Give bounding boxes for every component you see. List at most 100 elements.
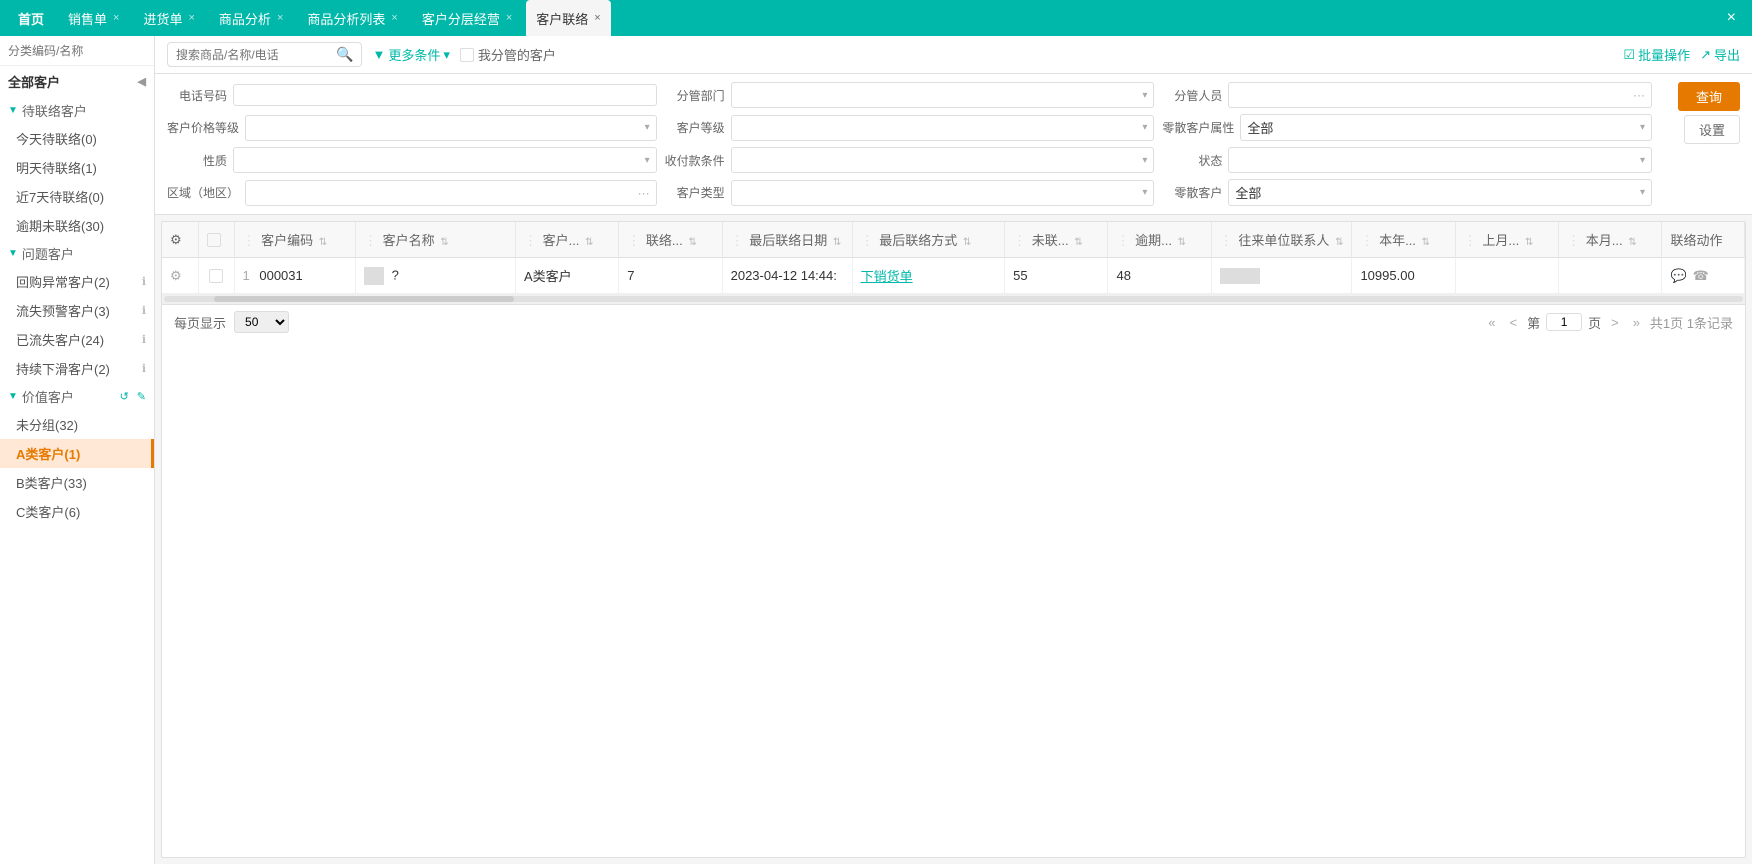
sidebar-item-declining[interactable]: 持续下滑客户(2) ℹ xyxy=(0,354,154,383)
customer-level-arrow: ▾ xyxy=(1142,122,1147,133)
sidebar-item-churned[interactable]: 已流失客户(24) ℹ xyxy=(0,325,154,354)
last-method-link[interactable]: 下销货单 xyxy=(861,269,913,284)
close-product-analysis[interactable]: × xyxy=(277,12,283,24)
price-level-select[interactable]: ▾ xyxy=(245,115,657,141)
sort-overdue[interactable]: ⇅ xyxy=(1178,237,1186,248)
sort-name[interactable]: ⇅ xyxy=(440,237,448,248)
nav-product-analysis[interactable]: 商品分析 × xyxy=(209,0,293,36)
export-btn[interactable]: ↗ 导出 xyxy=(1700,45,1740,64)
refresh-icon[interactable]: ↺ xyxy=(120,390,129,403)
page-size-select[interactable]: 50 100 200 xyxy=(234,311,289,333)
edit-icon[interactable]: ✎ xyxy=(137,390,146,403)
close-customer-tier[interactable]: × xyxy=(506,12,512,24)
status-select[interactable]: ▾ xyxy=(1228,147,1652,173)
sort-this-year[interactable]: ⇅ xyxy=(1422,237,1430,248)
group-problem-customers[interactable]: ▼ 问题客户 xyxy=(0,240,154,267)
header-checkbox[interactable] xyxy=(207,233,221,247)
nav-product-analysis-list[interactable]: 商品分析列表 × xyxy=(297,0,407,36)
group-pending-contact[interactable]: ▼ 待联络客户 xyxy=(0,97,154,124)
phone-icon[interactable]: ☎ xyxy=(1693,268,1709,284)
sidebar-item-7days[interactable]: 近7天待联络(0) xyxy=(0,182,154,211)
first-page-btn[interactable]: « xyxy=(1484,314,1499,331)
phone-input[interactable] xyxy=(233,84,657,106)
all-customers-header[interactable]: 全部客户 ◀ xyxy=(0,66,154,97)
close-sales-order[interactable]: × xyxy=(113,12,119,24)
sidebar-item-repurchase-abnormal[interactable]: 回购异常客户(2) ℹ xyxy=(0,267,154,296)
last-page-btn[interactable]: » xyxy=(1629,314,1644,331)
my-customers-checkbox[interactable]: 我分管的客户 xyxy=(460,45,556,64)
sort-not-contact[interactable]: ⇅ xyxy=(1074,237,1082,248)
col-code: ⋮ 客户编码 ⇅ xyxy=(234,222,355,258)
sort-last-month[interactable]: ⇅ xyxy=(1525,237,1533,248)
sidebar-item-overdue[interactable]: 逾期未联络(30) xyxy=(0,211,154,240)
batch-op-btn[interactable]: ☑ 批量操作 xyxy=(1623,45,1690,64)
export-icon: ↗ xyxy=(1700,47,1711,63)
row-checkbox[interactable] xyxy=(198,258,234,294)
sort-code[interactable]: ⇅ xyxy=(319,237,327,248)
sort-this-month[interactable]: ⇅ xyxy=(1628,237,1636,248)
sidebar-search-input[interactable] xyxy=(8,44,155,58)
nav-home[interactable]: 首页 xyxy=(8,0,54,36)
col-last-month: ⋮ 上月... ⇅ xyxy=(1455,222,1558,258)
row-contact-person xyxy=(1211,258,1352,294)
checkbox-icon[interactable] xyxy=(460,48,474,62)
sidebar-item-churn-warning[interactable]: 流失预警客户(3) ℹ xyxy=(0,296,154,325)
advanced-filter-panel: 电话号码 分管部门 ▾ 分管人员 xyxy=(155,74,1752,215)
query-button[interactable]: 查询 xyxy=(1678,82,1740,111)
type-select[interactable]: ▾ xyxy=(731,180,1155,206)
sort-contact-person[interactable]: ⇅ xyxy=(1335,237,1343,248)
row-gear[interactable]: ⚙ xyxy=(162,258,198,294)
scroll-thumb[interactable] xyxy=(214,296,514,302)
sidebar-item-today[interactable]: 今天待联络(0) xyxy=(0,124,154,153)
col-overdue: ⋮ 逾期... ⇅ xyxy=(1108,222,1211,258)
prev-page-btn[interactable]: < xyxy=(1505,314,1521,331)
current-page-input[interactable] xyxy=(1546,313,1582,331)
sidebar-item-tomorrow[interactable]: 明天待联络(1) xyxy=(0,153,154,182)
close-customer-contact[interactable]: × xyxy=(594,12,600,24)
sort-last-method[interactable]: ⇅ xyxy=(963,237,971,248)
page-size-label: 每页显示 xyxy=(174,313,226,332)
region-select[interactable]: ··· xyxy=(245,180,657,206)
filter-row-3: 性质 ▾ 收付款条件 ▾ xyxy=(167,147,1652,173)
retail-attr-select[interactable]: 全部 ▾ xyxy=(1240,114,1652,141)
sidebar-item-a-class[interactable]: A类客户(1) xyxy=(0,439,154,468)
sort-last-date[interactable]: ⇅ xyxy=(833,237,841,248)
sort-contact[interactable]: ⇅ xyxy=(688,237,696,248)
manager-select[interactable]: ··· xyxy=(1228,82,1652,108)
nav-customer-tier[interactable]: 客户分层经营 × xyxy=(412,0,522,36)
gear-icon[interactable]: ⚙ xyxy=(170,232,182,247)
nature-select[interactable]: ▾ xyxy=(233,147,657,173)
sidebar-item-ungrouped[interactable]: 未分组(32) xyxy=(0,410,154,439)
total-info: 共1页 1条记录 xyxy=(1650,313,1733,332)
payment-select[interactable]: ▾ xyxy=(731,147,1155,173)
nav-customer-contact[interactable]: 客户联络 × xyxy=(526,0,610,36)
sidebar-item-c-class[interactable]: C类客户(6) xyxy=(0,497,154,526)
col-not-contact: ⋮ 未联... ⇅ xyxy=(1005,222,1108,258)
nav-purchase-order[interactable]: 进货单 × xyxy=(133,0,204,36)
expand-icon: ▼ xyxy=(8,105,18,116)
group-value-customers[interactable]: ▼ 价值客户 ↺ ✎ xyxy=(0,383,154,410)
expand-icon-3: ▼ xyxy=(8,391,18,402)
search-input[interactable] xyxy=(176,48,336,62)
my-customers-label: 我分管的客户 xyxy=(478,45,556,64)
close-all-tabs[interactable]: × xyxy=(1719,9,1744,27)
close-purchase-order[interactable]: × xyxy=(188,12,194,24)
more-conditions-btn[interactable]: ▼ 更多条件 ▾ xyxy=(372,45,449,64)
sidebar-item-b-class[interactable]: B类客户(33) xyxy=(0,468,154,497)
main-layout: 🔍 全部客户 ◀ ▼ 待联络客户 今天待联络(0) 明天待联络(1) 近7天待联… xyxy=(0,36,1752,864)
horizontal-scrollbar[interactable] xyxy=(162,294,1745,304)
retail-attr-label: 零散客户属性 xyxy=(1162,119,1234,136)
message-icon[interactable]: 💬 xyxy=(1670,268,1686,284)
close-product-analysis-list[interactable]: × xyxy=(391,12,397,24)
nav-sales-order[interactable]: 销售单 × xyxy=(58,0,129,36)
avatar xyxy=(364,267,384,285)
search-icon[interactable]: 🔍 xyxy=(336,46,353,63)
sort-level[interactable]: ⇅ xyxy=(585,237,593,248)
customer-level-select[interactable]: ▾ xyxy=(731,115,1155,141)
dept-select[interactable]: ▾ xyxy=(731,82,1155,108)
page-word-pre: 第 xyxy=(1527,313,1540,332)
scroll-track[interactable] xyxy=(164,296,1743,302)
retail-select[interactable]: 全部 ▾ xyxy=(1228,179,1652,206)
settings-button[interactable]: 设置 xyxy=(1684,115,1740,144)
next-page-btn[interactable]: > xyxy=(1607,314,1623,331)
